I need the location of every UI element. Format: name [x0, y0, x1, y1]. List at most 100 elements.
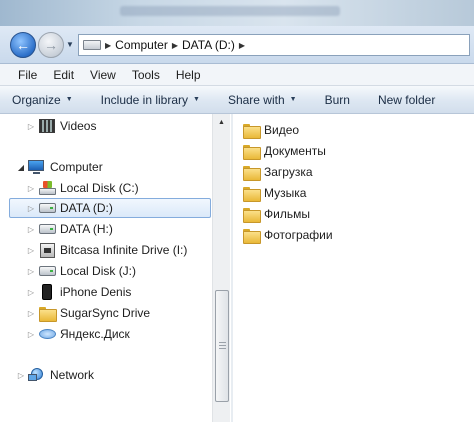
- menu-file[interactable]: File: [10, 68, 45, 82]
- folder-icon: [39, 306, 57, 322]
- expand-arrow-icon[interactable]: ▷: [26, 122, 36, 131]
- burn-button[interactable]: Burn: [325, 93, 350, 107]
- grip-icon: [218, 342, 226, 350]
- chevron-down-icon: ▼: [289, 96, 297, 103]
- expand-arrow-icon[interactable]: ▷: [26, 184, 36, 193]
- tree-label: DATA (H:): [60, 222, 113, 236]
- network-icon: [28, 367, 46, 383]
- list-item[interactable]: Загрузка: [243, 162, 313, 182]
- recent-pages-dropdown[interactable]: ▼: [66, 40, 74, 49]
- breadcrumb-separator-icon[interactable]: ▶: [105, 41, 111, 50]
- navigation-bar: ← → ▼ ▶ Computer ▶ DATA (D:) ▶: [0, 26, 474, 64]
- background-window-title: [120, 6, 340, 16]
- forward-arrow-icon: →: [44, 37, 58, 53]
- tree-label: SugarSync Drive: [60, 306, 151, 320]
- list-item[interactable]: Фотографии: [243, 225, 333, 245]
- folder-name: Загрузка: [264, 165, 313, 179]
- tree-item-local-disk-j[interactable]: ▷ Local Disk (J:): [26, 261, 136, 281]
- share-label: Share with: [227, 92, 285, 107]
- phone-icon: [42, 284, 52, 300]
- list-item[interactable]: Видео: [243, 120, 299, 140]
- command-bar: Organize ▼ Include in library ▼ Share wi…: [0, 86, 474, 114]
- tree-label: Local Disk (C:): [60, 181, 139, 195]
- navigation-pane-scrollbar[interactable]: ▲: [212, 114, 230, 422]
- folder-icon: [243, 207, 261, 223]
- expand-arrow-icon[interactable]: ▷: [26, 309, 36, 318]
- tree-item-sugarsync[interactable]: ▷ SugarSync Drive: [26, 303, 150, 323]
- forward-button[interactable]: →: [38, 32, 64, 58]
- expand-arrow-icon[interactable]: ▷: [26, 225, 36, 234]
- system-drive-icon: [38, 181, 56, 195]
- back-button[interactable]: ←: [10, 32, 36, 58]
- collapse-arrow-icon[interactable]: ◢: [16, 163, 26, 172]
- share-with-button[interactable]: Share with ▼: [228, 93, 297, 107]
- tree-item-bitcasa[interactable]: ▷ Bitcasa Infinite Drive (I:): [26, 240, 187, 260]
- expand-arrow-icon[interactable]: ▷: [26, 267, 36, 276]
- burn-label: Burn: [324, 92, 350, 107]
- folder-name: Фильмы: [264, 207, 310, 221]
- new-folder-button[interactable]: New folder: [378, 93, 435, 107]
- new-folder-label: New folder: [377, 92, 436, 107]
- tree-item-iphone[interactable]: ▷ iPhone Denis: [26, 282, 131, 302]
- tree-label: Local Disk (J:): [60, 264, 137, 278]
- breadcrumb-separator-icon[interactable]: ▶: [239, 41, 245, 50]
- tree-label: Network: [50, 368, 95, 382]
- folder-name: Документы: [264, 144, 326, 158]
- bitcasa-drive-icon: [39, 242, 55, 258]
- file-list: Видео Документы Загрузка Музыка Фильмы Ф…: [233, 114, 474, 422]
- back-arrow-icon: ←: [16, 37, 30, 53]
- scroll-up-icon[interactable]: ▲: [213, 114, 230, 131]
- tree-label: Bitcasa Infinite Drive (I:): [60, 243, 188, 257]
- tree-label: Videos: [60, 119, 97, 133]
- folder-icon: [243, 144, 261, 160]
- folder-name: Фотографии: [264, 228, 333, 242]
- videos-library-icon: [39, 119, 55, 133]
- folder-icon: [243, 228, 261, 244]
- folder-name: Музыка: [264, 186, 307, 200]
- tree-item-yandex-disk[interactable]: ▷ Яндекс.Диск: [26, 324, 130, 344]
- menu-edit[interactable]: Edit: [45, 68, 82, 82]
- breadcrumb-computer[interactable]: Computer: [115, 38, 168, 52]
- organize-button[interactable]: Organize ▼: [12, 93, 73, 107]
- folder-icon: [243, 165, 261, 181]
- menu-help[interactable]: Help: [168, 68, 209, 82]
- menu-tools[interactable]: Tools: [124, 68, 168, 82]
- address-bar[interactable]: ▶ Computer ▶ DATA (D:) ▶: [78, 34, 470, 56]
- tree-label: Яндекс.Диск: [60, 327, 130, 341]
- computer-icon: [28, 159, 46, 175]
- expand-arrow-icon[interactable]: ▷: [26, 246, 36, 255]
- folder-icon: [243, 186, 261, 202]
- tree-item-computer[interactable]: ◢ Computer: [16, 157, 103, 177]
- folder-name: Видео: [264, 123, 300, 137]
- drive-icon: [38, 203, 56, 213]
- organize-label: Organize: [12, 92, 61, 107]
- expand-arrow-icon[interactable]: ▷: [16, 371, 26, 380]
- tree-label: DATA (D:): [60, 201, 113, 215]
- include-in-library-button[interactable]: Include in library ▼: [101, 93, 200, 107]
- tree-label: iPhone Denis: [60, 285, 132, 299]
- list-item[interactable]: Фильмы: [243, 204, 310, 224]
- include-label: Include in library: [100, 92, 189, 107]
- cloud-drive-icon: [38, 329, 56, 339]
- navigation-pane: ▷ Videos ◢ Computer ▷ Local Disk (C:) ▷ …: [0, 114, 232, 422]
- expand-arrow-icon[interactable]: ▷: [26, 330, 36, 339]
- menu-view[interactable]: View: [82, 68, 124, 82]
- scrollbar-thumb[interactable]: [215, 290, 229, 402]
- drive-icon: [38, 266, 56, 276]
- list-item[interactable]: Музыка: [243, 183, 306, 203]
- expand-arrow-icon[interactable]: ▷: [26, 288, 36, 297]
- drive-icon: [38, 224, 56, 234]
- tree-item-data-h[interactable]: ▷ DATA (H:): [26, 219, 113, 239]
- breadcrumb-separator-icon[interactable]: ▶: [172, 41, 178, 50]
- tree-item-videos[interactable]: ▷ Videos: [26, 116, 96, 136]
- tree-label: Computer: [50, 160, 103, 174]
- folder-icon: [243, 123, 261, 139]
- tree-item-network[interactable]: ▷ Network: [16, 365, 94, 385]
- breadcrumb-data-d[interactable]: DATA (D:): [182, 38, 235, 52]
- tree-item-local-disk-c[interactable]: ▷ Local Disk (C:): [26, 178, 139, 198]
- menu-bar: File Edit View Tools Help: [0, 64, 474, 86]
- tree-item-data-d[interactable]: ▷ DATA (D:): [9, 198, 211, 218]
- expand-arrow-icon[interactable]: ▷: [26, 204, 36, 213]
- list-item[interactable]: Документы: [243, 141, 326, 161]
- drive-icon: [83, 40, 101, 50]
